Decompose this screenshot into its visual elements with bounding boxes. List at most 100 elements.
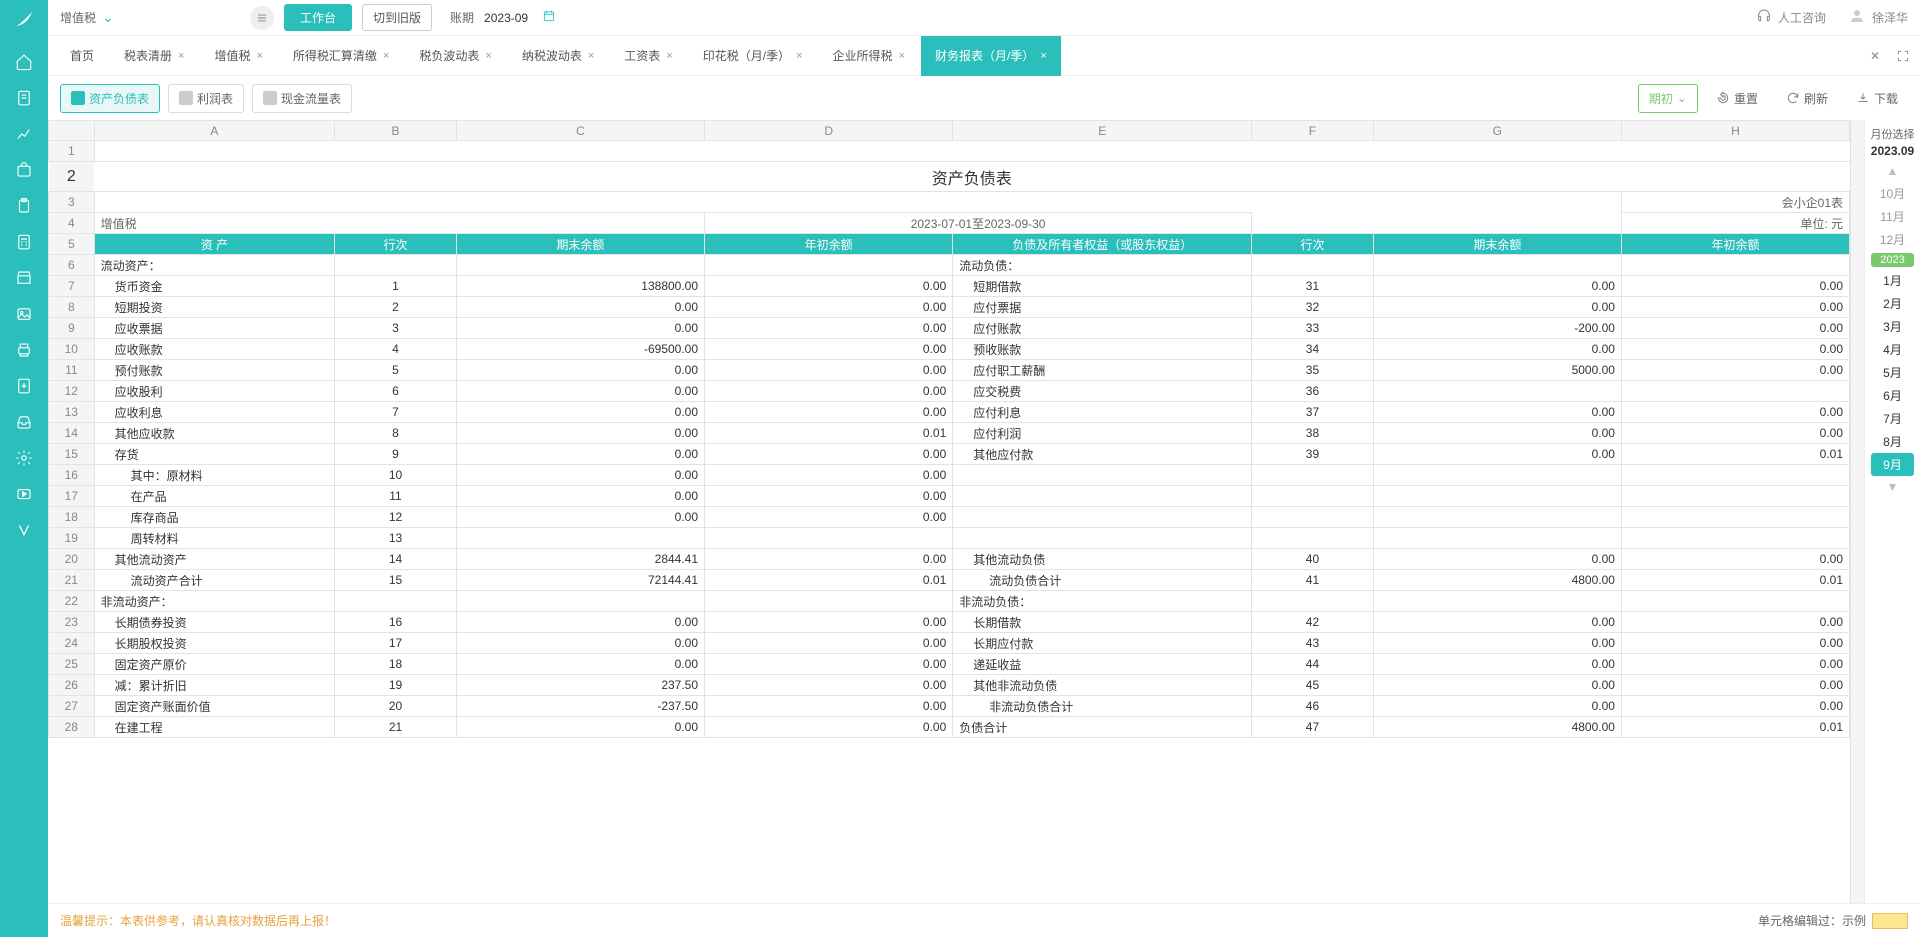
cell[interactable]	[1373, 381, 1621, 402]
cell[interactable]	[1252, 507, 1374, 528]
col-letter[interactable]: H	[1621, 121, 1849, 141]
close-icon[interactable]: ×	[178, 50, 184, 62]
cell[interactable]: 72144.41	[456, 570, 704, 591]
company-selector[interactable]: 增值税 ⌄	[60, 9, 240, 26]
cell[interactable]: 0.00	[705, 339, 953, 360]
cell[interactable]	[953, 507, 1252, 528]
tab[interactable]: 所得税汇算清缴×	[279, 36, 403, 76]
tab[interactable]: 首页	[56, 36, 108, 76]
cell[interactable]: 7	[335, 402, 457, 423]
cell[interactable]: 0.00	[456, 465, 704, 486]
cell[interactable]: 16	[335, 612, 457, 633]
cell[interactable]	[1252, 528, 1374, 549]
cell[interactable]: 43	[1252, 633, 1374, 654]
cell[interactable]: 0.00	[705, 318, 953, 339]
select-all-corner[interactable]	[49, 121, 95, 141]
cell[interactable]	[1252, 591, 1374, 612]
cell[interactable]	[1373, 591, 1621, 612]
cell[interactable]: 0.00	[1373, 633, 1621, 654]
cell[interactable]: 31	[1252, 276, 1374, 297]
cell[interactable]: 19	[335, 675, 457, 696]
cell[interactable]: 应付票据	[953, 297, 1252, 318]
cell[interactable]: 0.00	[456, 297, 704, 318]
cell[interactable]	[456, 528, 704, 549]
cell[interactable]	[705, 528, 953, 549]
cell[interactable]: 长期债券投资	[94, 612, 335, 633]
cell[interactable]: 4800.00	[1373, 570, 1621, 591]
cell[interactable]: 2	[335, 297, 457, 318]
cell[interactable]	[1621, 255, 1849, 276]
nav-store[interactable]	[0, 260, 48, 296]
month-item[interactable]: 10月	[1865, 182, 1920, 205]
username[interactable]: 徐泽华	[1872, 9, 1908, 26]
cell[interactable]: 0.00	[705, 402, 953, 423]
cell[interactable]: 0.00	[705, 360, 953, 381]
cell[interactable]: 非流动负债：	[953, 591, 1252, 612]
cell[interactable]: 0.00	[705, 444, 953, 465]
cell[interactable]: 长期股权投资	[94, 633, 335, 654]
cell[interactable]: 0.00	[705, 654, 953, 675]
cell[interactable]	[1621, 528, 1849, 549]
cell[interactable]: 其他流动负债	[953, 549, 1252, 570]
cell[interactable]: 0.00	[456, 381, 704, 402]
cell[interactable]: 其他非流动负债	[953, 675, 1252, 696]
cell[interactable]: 5000.00	[1373, 360, 1621, 381]
cell[interactable]	[1373, 465, 1621, 486]
cell[interactable]: 0.00	[1621, 360, 1849, 381]
cell[interactable]: 流动负债合计	[953, 570, 1252, 591]
cell[interactable]: 0.00	[705, 297, 953, 318]
cell[interactable]: 应收账款	[94, 339, 335, 360]
cell[interactable]: 0.00	[705, 381, 953, 402]
cell[interactable]	[1252, 486, 1374, 507]
cell[interactable]: 0.00	[1621, 612, 1849, 633]
cell[interactable]: 0.00	[705, 549, 953, 570]
close-icon[interactable]: ×	[796, 50, 802, 62]
cell[interactable]: 0.00	[1373, 276, 1621, 297]
cell[interactable]	[1621, 591, 1849, 612]
cell[interactable]: 应收股利	[94, 381, 335, 402]
nav-doc[interactable]	[0, 80, 48, 116]
cell[interactable]: 0.00	[705, 465, 953, 486]
close-icon[interactable]: ×	[588, 50, 594, 62]
cell[interactable]: 0.00	[1621, 549, 1849, 570]
cell[interactable]: 0.00	[1621, 654, 1849, 675]
cell[interactable]: 0.00	[1373, 402, 1621, 423]
cell[interactable]	[456, 255, 704, 276]
cell[interactable]: 固定资产原价	[94, 654, 335, 675]
tab[interactable]: 增值税×	[200, 36, 276, 76]
cell[interactable]: 0.00	[1373, 339, 1621, 360]
cell[interactable]: -200.00	[1373, 318, 1621, 339]
list-button[interactable]	[250, 6, 274, 30]
month-item[interactable]: 5月	[1865, 361, 1920, 384]
balance-sheet-grid[interactable]: ABCDEFGH 1 2资产负债表 3会小企01表 4 增值税 2023-07-…	[48, 120, 1850, 738]
cell[interactable]: 0.00	[705, 675, 953, 696]
cell[interactable]: 预付账款	[94, 360, 335, 381]
nav-chart[interactable]	[0, 116, 48, 152]
cell[interactable]: 33	[1252, 318, 1374, 339]
tab[interactable]: 财务报表（月/季）×	[921, 36, 1061, 76]
cell[interactable]: 42	[1252, 612, 1374, 633]
nav-image[interactable]	[0, 296, 48, 332]
cell[interactable]	[335, 591, 457, 612]
cell[interactable]: 0.00	[705, 717, 953, 738]
cell[interactable]: 9	[335, 444, 457, 465]
subtab[interactable]: 现金流量表	[252, 84, 352, 113]
cell[interactable]: 35	[1252, 360, 1374, 381]
nav-clipboard[interactable]	[0, 188, 48, 224]
cell[interactable]: 46	[1252, 696, 1374, 717]
cell[interactable]: 短期借款	[953, 276, 1252, 297]
col-letter[interactable]: A	[94, 121, 335, 141]
cell[interactable]: -69500.00	[456, 339, 704, 360]
tab[interactable]: 税负波动表×	[405, 36, 505, 76]
cell[interactable]	[705, 591, 953, 612]
cell[interactable]: 2844.41	[456, 549, 704, 570]
cell[interactable]: 0.00	[1621, 423, 1849, 444]
cell[interactable]: 流动负债：	[953, 255, 1252, 276]
cell[interactable]: 0.00	[456, 633, 704, 654]
col-letter[interactable]: G	[1373, 121, 1621, 141]
cell[interactable]	[1373, 507, 1621, 528]
cell[interactable]: 0.00	[1373, 423, 1621, 444]
cell[interactable]: 其他应付款	[953, 444, 1252, 465]
cell[interactable]	[456, 591, 704, 612]
switch-old-button[interactable]: 切到旧版	[362, 4, 432, 31]
